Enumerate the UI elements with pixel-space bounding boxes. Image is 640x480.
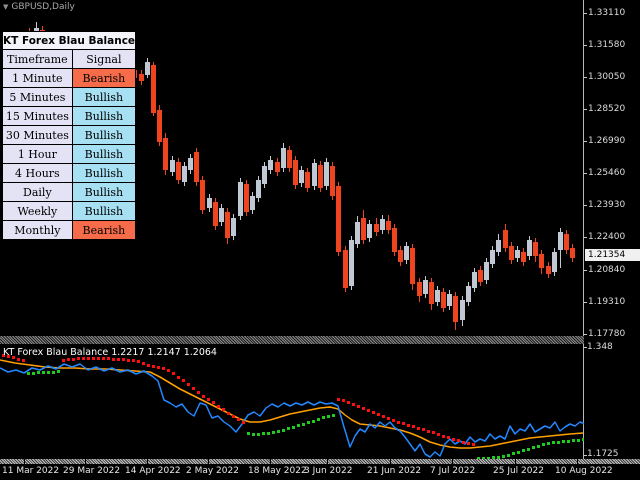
date-tick-label: 2 May 2022 xyxy=(186,466,239,476)
price-tick-label: 1.31580 xyxy=(588,40,626,50)
price-tick-label: 1.20840 xyxy=(588,265,626,275)
signal-cell: Bearish xyxy=(71,220,137,240)
table-row: Weekly Bullish xyxy=(2,201,137,221)
window-splitter[interactable] xyxy=(0,336,584,344)
date-tick-mark xyxy=(452,459,453,464)
kt-forex-blau-balance-table: KT Forex Blau Balance Timeframe Signal 1… xyxy=(1,31,137,240)
timeframe-cell: 30 Minutes xyxy=(2,125,73,145)
current-price-badge: 1.21354 xyxy=(585,249,640,261)
price-tick-label: 1.28520 xyxy=(588,104,626,114)
table-row: 4 Hours Bullish xyxy=(2,163,137,183)
mt4-chart-window: ▼ GBPUSD,Daily KT Forex Blau Balance Tim… xyxy=(0,0,640,480)
price-tick-label: 1.30050 xyxy=(588,72,626,82)
date-tick-label: 29 Mar 2022 xyxy=(63,466,121,476)
timeframe-cell: Daily xyxy=(2,182,73,202)
timeframe-cell: 15 Minutes xyxy=(2,106,73,126)
date-tick-label: 7 Jul 2022 xyxy=(430,466,476,476)
indicator-title: KT Forex Blau Balance 1.2217 1.2147 1.20… xyxy=(3,347,217,358)
timeframe-cell: 5 Minutes xyxy=(2,87,73,107)
date-tick-mark xyxy=(390,459,391,464)
date-tick-mark xyxy=(577,459,578,464)
signal-cell: Bullish xyxy=(71,182,137,202)
price-tick-mark xyxy=(584,141,587,142)
price-tick-mark xyxy=(584,173,587,174)
timeframe-cell: Weekly xyxy=(2,201,73,221)
table-row: 15 Minutes Bullish xyxy=(2,106,137,126)
price-tick-label: 1.19310 xyxy=(588,297,626,307)
price-tick-mark xyxy=(584,237,587,238)
date-tick-mark xyxy=(147,459,148,464)
table-row: Daily Bullish xyxy=(2,182,137,202)
price-tick-mark xyxy=(584,13,587,14)
price-tick-mark xyxy=(584,334,587,335)
date-tick-label: 11 Mar 2022 xyxy=(2,466,60,476)
price-tick-label: 1.22400 xyxy=(588,232,626,242)
signal-cell: Bearish xyxy=(71,68,137,88)
table-row: 1 Minute Bearish xyxy=(2,68,137,88)
timeframe-cell: 1 Hour xyxy=(2,144,73,164)
signal-cell: Bullish xyxy=(71,163,137,183)
indicator-axis-top-label: 1.348 xyxy=(587,342,613,352)
price-tick-label: 1.33110 xyxy=(588,8,626,18)
table-title-row: KT Forex Blau Balance xyxy=(1,31,137,50)
indicator-axis-bottom-label: 1.1725 xyxy=(587,449,619,459)
price-tick-label: 1.23930 xyxy=(588,200,626,210)
signal-cell: Bullish xyxy=(71,201,137,221)
signal-cell: Bullish xyxy=(71,106,137,126)
date-tick-mark xyxy=(270,459,271,464)
price-tick-mark xyxy=(584,77,587,78)
timeframe-cell: 1 Minute xyxy=(2,68,73,88)
timeframe-cell: Monthly xyxy=(2,220,73,240)
col-header-signal: Signal xyxy=(71,49,137,69)
time-axis-strip[interactable] xyxy=(0,459,640,464)
date-tick-mark xyxy=(85,459,86,464)
date-tick-label: 14 Apr 2022 xyxy=(125,466,181,476)
date-tick-label: 21 Jun 2022 xyxy=(367,466,422,476)
price-tick-mark xyxy=(584,205,587,206)
indicator-subwindow-canvas[interactable] xyxy=(0,346,584,459)
signal-cell: Bullish xyxy=(71,144,137,164)
date-tick-label: 18 May 2022 xyxy=(248,466,307,476)
price-tick-mark xyxy=(584,109,587,110)
table-header-row: Timeframe Signal xyxy=(2,49,137,69)
date-tick-mark xyxy=(24,459,25,464)
table-row: 30 Minutes Bullish xyxy=(2,125,137,145)
table-title: KT Forex Blau Balance xyxy=(1,31,137,50)
price-tick-label: 1.17780 xyxy=(588,329,626,339)
date-tick-label: 10 Aug 2022 xyxy=(555,466,613,476)
date-tick-mark xyxy=(208,459,209,464)
signal-cell: Bullish xyxy=(71,125,137,145)
price-tick-mark xyxy=(584,270,587,271)
price-tick-mark xyxy=(584,45,587,46)
col-header-timeframe: Timeframe xyxy=(2,49,73,69)
date-tick-mark xyxy=(327,459,328,464)
price-tick-mark xyxy=(584,302,587,303)
table-row: 5 Minutes Bullish xyxy=(2,87,137,107)
table-row: Monthly Bearish xyxy=(2,220,137,240)
timeframe-cell: 4 Hours xyxy=(2,163,73,183)
signal-cell: Bullish xyxy=(71,87,137,107)
price-tick-label: 1.26990 xyxy=(588,136,626,146)
table-row: 1 Hour Bullish xyxy=(2,144,137,164)
date-tick-mark xyxy=(515,459,516,464)
date-tick-label: 25 Jul 2022 xyxy=(493,466,544,476)
price-tick-label: 1.25460 xyxy=(588,168,626,178)
date-tick-label: 3 Jun 2022 xyxy=(304,466,353,476)
